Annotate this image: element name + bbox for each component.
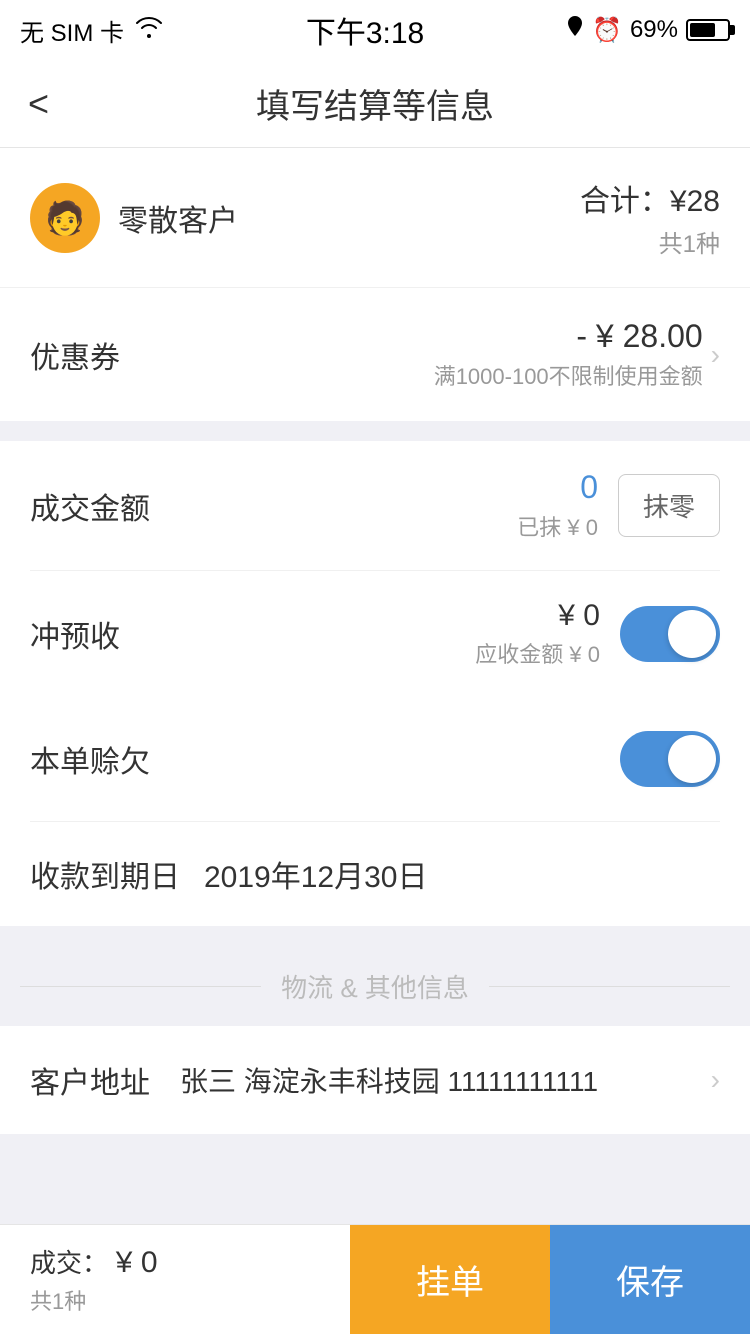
amount-section: 成交金额 0 已抹 ¥ 0 抹零 冲预收 ¥ 0 应收金额 ¥ 0 <box>0 441 750 697</box>
hold-button[interactable]: 挂单 <box>350 1225 550 1334</box>
coupon-content: - ¥ 28.00 满1000-100不限制使用金额 <box>434 318 703 391</box>
main-content: 🧑 零散客户 合计：¥28 共1种 优惠券 - ¥ 28.00 满1000-10… <box>0 148 750 1254</box>
arrears-toggle-knob <box>668 735 716 783</box>
total-count: 共1种 <box>580 224 720 259</box>
customer-avatar: 🧑 <box>30 183 100 253</box>
coupon-discount: - ¥ 28.00 <box>434 318 703 355</box>
address-chevron-icon: › <box>711 1064 720 1096</box>
coupon-row[interactable]: 优惠券 - ¥ 28.00 满1000-100不限制使用金额 › <box>0 287 750 421</box>
customer-left: 🧑 零散客户 <box>30 183 238 253</box>
location-icon <box>566 16 584 45</box>
back-button[interactable]: < <box>28 83 49 125</box>
save-button[interactable]: 保存 <box>550 1225 750 1334</box>
coupon-desc: 满1000-100不限制使用金额 <box>434 359 703 391</box>
coupon-label: 优惠券 <box>30 333 120 377</box>
time-display: 下午3:18 <box>306 8 424 52</box>
logistics-divider: 物流 & 其他信息 <box>0 946 750 1026</box>
predeposit-label: 冲预收 <box>30 612 120 656</box>
page-title: 填写结算等信息 <box>256 79 494 128</box>
address-section: 客户地址 张三 海淀永丰科技园 11111111111 › <box>0 1026 750 1134</box>
deal-amount-label: 成交金额 <box>30 484 150 528</box>
predeposit-amount: ¥ 0 <box>475 599 600 633</box>
predeposit-row: 冲预收 ¥ 0 应收金额 ¥ 0 <box>30 571 720 697</box>
arrears-toggle[interactable] <box>620 731 720 787</box>
deal-amount-sub: 已抹 ¥ 0 <box>517 510 598 542</box>
arrears-section: 本单赊欠 收款到期日 2019年12月30日 <box>0 697 750 926</box>
predeposit-toggle[interactable] <box>620 606 720 662</box>
total-amount: 合计：¥28 <box>580 176 720 220</box>
toggle-knob <box>668 610 716 658</box>
battery-icon <box>686 19 730 41</box>
arrears-row: 本单赊欠 <box>30 697 720 822</box>
customer-right: 合计：¥28 共1种 <box>580 176 720 259</box>
duedate-value: 2019年12月30日 <box>204 852 427 896</box>
status-bar: 无 SIM 卡 下午3:18 ⏰ 69% <box>0 0 750 60</box>
no-sim-text: 无 SIM 卡 <box>20 13 124 48</box>
deal-amount-row: 成交金额 0 已抹 ¥ 0 抹零 <box>30 441 720 571</box>
duedate-label: 收款到期日 <box>30 852 180 896</box>
wifi-icon <box>134 16 164 45</box>
duedate-row: 收款到期日 2019年12月30日 <box>30 822 720 926</box>
status-right: ⏰ 69% <box>566 16 730 45</box>
customer-row: 🧑 零散客户 合计：¥28 共1种 <box>0 148 750 287</box>
status-left: 无 SIM 卡 <box>20 13 164 48</box>
amount-right: 0 已抹 ¥ 0 抹零 <box>517 469 720 542</box>
nav-bar: < 填写结算等信息 <box>0 60 750 148</box>
arrears-label: 本单赊欠 <box>30 737 150 781</box>
chevron-right-icon: › <box>711 339 720 371</box>
logistics-line-right <box>489 986 730 987</box>
predeposit-right: ¥ 0 应收金额 ¥ 0 <box>475 599 720 669</box>
round-zero-button[interactable]: 抹零 <box>618 474 720 537</box>
alarm-icon: ⏰ <box>592 16 622 45</box>
customer-section: 🧑 零散客户 合计：¥28 共1种 优惠券 - ¥ 28.00 满1000-10… <box>0 148 750 421</box>
logistics-label: 物流 & 其他信息 <box>281 968 469 1005</box>
address-row[interactable]: 客户地址 张三 海淀永丰科技园 11111111111 › <box>30 1026 720 1134</box>
bottom-deal-label: 成交： <box>30 1248 108 1278</box>
avatar-icon: 🧑 <box>45 199 85 237</box>
bottom-info: 成交： ¥ 0 共1种 <box>0 1243 350 1316</box>
bottom-bar: 成交： ¥ 0 共1种 挂单 保存 <box>0 1224 750 1334</box>
customer-name: 零散客户 <box>118 196 238 240</box>
logistics-line-left <box>20 986 261 987</box>
bottom-count: 共1种 <box>30 1284 320 1316</box>
address-value: 张三 海淀永丰科技园 11111111111 <box>180 1060 711 1100</box>
battery-text: 69% <box>630 16 678 44</box>
predeposit-value-group: ¥ 0 应收金额 ¥ 0 <box>475 599 600 669</box>
address-label: 客户地址 <box>30 1058 150 1102</box>
bottom-deal-row: 成交： ¥ 0 <box>30 1243 320 1280</box>
amount-value-group: 0 已抹 ¥ 0 <box>517 469 598 542</box>
deal-amount-value: 0 <box>517 469 598 506</box>
coupon-right: - ¥ 28.00 满1000-100不限制使用金额 › <box>434 318 720 391</box>
bottom-deal-amount: ¥ 0 <box>116 1246 158 1279</box>
predeposit-sub: 应收金额 ¥ 0 <box>475 637 600 669</box>
